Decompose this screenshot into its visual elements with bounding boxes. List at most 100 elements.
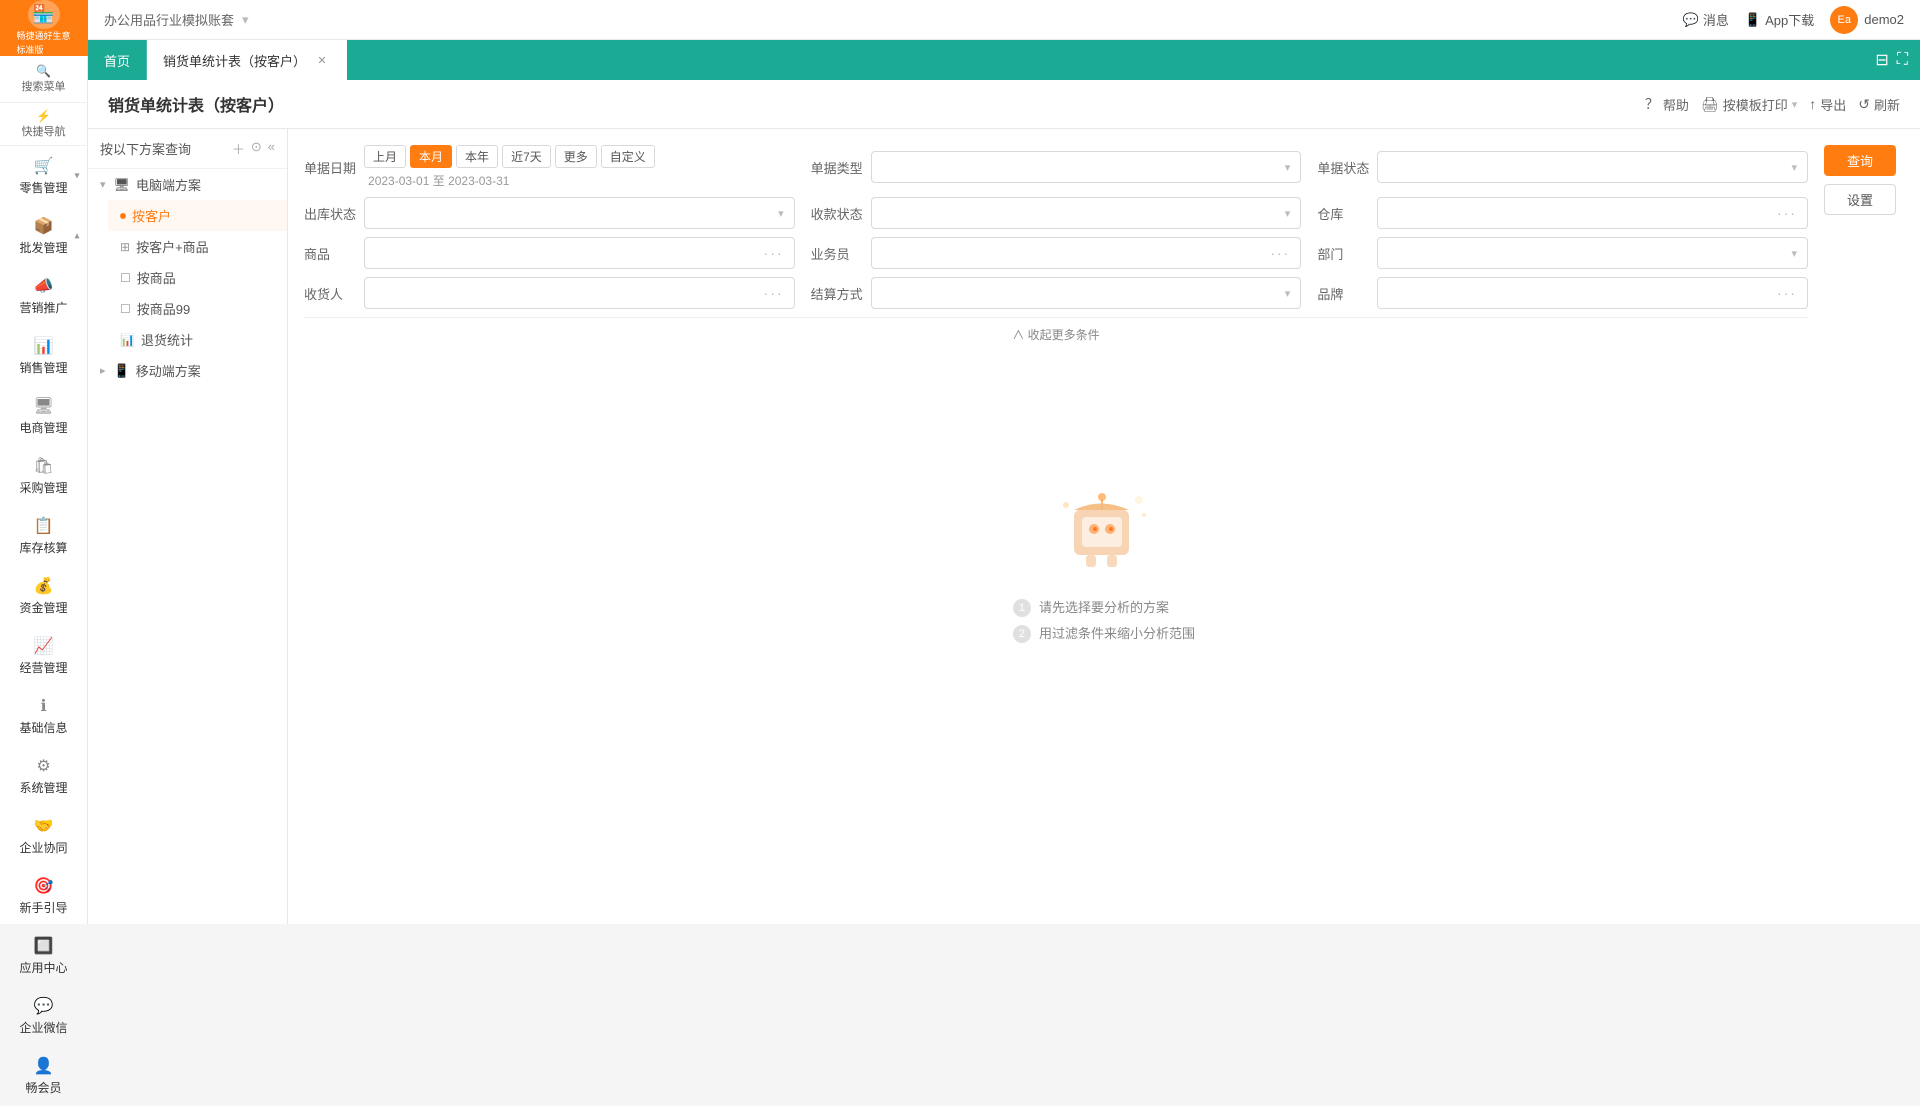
filter-fields: 单据日期 上月 本月 本年 近7天 更多 自定义	[304, 145, 1808, 351]
sidebar-item-search[interactable]: 🔍 搜索菜单	[0, 56, 88, 103]
order-status-arrow-icon: ▾	[1791, 161, 1797, 174]
avatar-text: Ea	[1838, 14, 1851, 26]
right-panel: 单据日期 上月 本月 本年 近7天 更多 自定义	[288, 129, 1920, 924]
date-btn-last7days[interactable]: 近7天	[502, 145, 551, 168]
sidebar-item-operation[interactable]: 📈 经营管理	[0, 626, 88, 686]
settings-button[interactable]: 设置	[1824, 184, 1896, 215]
date-btn-this-year[interactable]: 本年	[456, 145, 498, 168]
filter-row-3: 商品 ··· 业务员	[304, 237, 1808, 269]
app-download-button[interactable]: 📱 App下载	[1745, 10, 1814, 29]
sidebar-item-enterprise[interactable]: 🤝 企业协同	[0, 806, 88, 866]
date-btn-last-month[interactable]: 上月	[364, 145, 406, 168]
add-scheme-icon[interactable]: ＋	[232, 139, 245, 158]
sidebar-item-basic[interactable]: ℹ 基础信息	[0, 686, 88, 746]
filter-btn-col: 查询 设置	[1824, 145, 1904, 351]
sidebar-appstore-label: 应用中心	[19, 959, 67, 976]
sidebar-item-marketing[interactable]: 📣 营销推广	[0, 266, 88, 326]
mobile-arrow-icon: ▸	[100, 364, 106, 377]
goods-input[interactable]: ···	[364, 237, 795, 269]
print-button[interactable]: 🖨 按模板打印 ▾	[1701, 95, 1797, 114]
desktop-folder-icon: 🖥	[114, 177, 131, 193]
brand-input[interactable]: ···	[1377, 277, 1808, 309]
sidebar-finance-label: 资金管理	[19, 599, 67, 616]
date-range-text: 2023-03-01 至 2023-03-31	[368, 172, 795, 189]
tree-section-desktop[interactable]: ▾ 🖥 电脑端方案	[88, 169, 287, 200]
help-icon: ？	[1645, 94, 1659, 114]
salesperson-input[interactable]: ···	[871, 237, 1302, 269]
top-header: 办公用品行业模拟账套 ▾ 💬 消息 📱 App下载 Ea demo2	[88, 0, 1920, 40]
refresh-button[interactable]: ↺ 刷新	[1858, 95, 1900, 114]
sidebar-item-quicknav[interactable]: ⚡ 快捷导航	[0, 103, 88, 146]
sidebar-item-wechat[interactable]: 💬 企业微信	[0, 986, 88, 1046]
inventory-icon: 📋	[34, 516, 54, 536]
by-goods99-label: 按商品99	[137, 299, 190, 318]
tab-expand[interactable]: ⊟ ⛶	[1863, 50, 1920, 70]
filter-order-type: 单据类型 ▾	[811, 145, 1302, 189]
logo[interactable]: 🏪 畅捷通好生意 标准版	[0, 0, 88, 56]
finance-icon: 💰	[34, 576, 54, 596]
by-customer-active-indicator	[120, 213, 126, 219]
tab-close-icon[interactable]: ✕	[314, 52, 330, 68]
sidebar-item-newbie[interactable]: 🎯 新手引导	[0, 866, 88, 926]
recipient-label: 收货人	[304, 284, 356, 303]
tree-item-by-customer[interactable]: 按客户	[108, 200, 287, 231]
print-icon: 🖨	[1701, 96, 1719, 113]
sidebar-item-ecommerce[interactable]: 🖥 电商管理	[0, 386, 88, 446]
purchase-icon: 🛍	[33, 456, 53, 476]
export-button[interactable]: ↑ 导出	[1809, 95, 1846, 114]
delivery-select[interactable]: ▾	[364, 197, 795, 229]
sidebar-ecommerce-label: 电商管理	[19, 419, 67, 436]
delivery-label: 出库状态	[304, 204, 356, 223]
sidebar-item-retail[interactable]: 🛒 零售管理 ▾	[0, 146, 88, 206]
tree-item-by-customer-goods[interactable]: ⊞ 按客户+商品	[108, 231, 287, 262]
empty-illustration	[1044, 455, 1164, 575]
date-btn-more[interactable]: 更多	[555, 145, 597, 168]
date-btn-custom[interactable]: 自定义	[601, 145, 655, 168]
message-button[interactable]: 💬 消息	[1683, 10, 1729, 29]
tree-item-by-goods[interactable]: ☐ 按商品	[108, 262, 287, 293]
recipient-input[interactable]: ···	[364, 277, 795, 309]
order-type-label: 单据类型	[811, 158, 863, 177]
sidebar-operation-label: 经营管理	[19, 659, 67, 676]
sidebar-item-finance[interactable]: 💰 资金管理	[0, 566, 88, 626]
user-menu[interactable]: Ea demo2	[1830, 6, 1904, 34]
date-btn-this-month[interactable]: 本月	[410, 145, 452, 168]
filter-row-2: 出库状态 ▾ 收款状态	[304, 197, 1808, 229]
order-status-label: 单据状态	[1317, 158, 1369, 177]
search-icon: 🔍	[0, 64, 88, 78]
collapse-panel-icon[interactable]: «	[268, 139, 275, 158]
print-label: 按模板打印	[1723, 95, 1788, 114]
tree-item-by-goods99[interactable]: ☐ 按商品99	[108, 293, 287, 324]
payment-select[interactable]: ▾	[871, 197, 1302, 229]
sidebar-item-wholesale[interactable]: 📦 批发管理 ▴	[0, 206, 88, 266]
settlement-select[interactable]: ▾	[871, 277, 1302, 309]
sidebar-item-sales[interactable]: 📊 销售管理	[0, 326, 88, 386]
settings-scheme-icon[interactable]: ⊙	[251, 139, 262, 158]
marketing-icon: 📣	[34, 276, 54, 296]
tab-sales-stat[interactable]: 销货单统计表（按客户） ✕	[147, 40, 347, 80]
query-button[interactable]: 查询	[1824, 145, 1896, 176]
sidebar-marketing-label: 营销推广	[19, 299, 67, 316]
tree-section-mobile[interactable]: ▸ 📱 移动端方案	[88, 355, 287, 386]
tab-home[interactable]: 首页	[88, 40, 147, 80]
empty-tips: 1 请先选择要分析的方案 2 用过滤条件来缩小分析范围	[1013, 595, 1195, 647]
message-icon: 💬	[1683, 12, 1699, 28]
order-status-select[interactable]: ▾	[1377, 151, 1808, 183]
collapse-more-conditions[interactable]: ∧ 收起更多条件	[304, 317, 1808, 351]
order-type-arrow-icon: ▾	[1285, 161, 1291, 174]
help-button[interactable]: ？ 帮助	[1645, 94, 1689, 114]
tip-item-2: 2 用过滤条件来缩小分析范围	[1013, 621, 1195, 647]
tree-item-return-stat[interactable]: 📊 退货统计	[108, 324, 287, 355]
department-select[interactable]: ▾	[1377, 237, 1808, 269]
sidebar: 🏪 畅捷通好生意 标准版 🔍 搜索菜单 ⚡ 快捷导航 🛒 零售管理 ▾ 📦 批发…	[0, 0, 88, 924]
inner-page: 销货单统计表（按客户） ？ 帮助 🖨 按模板打印 ▾ ↑ 导出	[88, 80, 1920, 924]
order-type-select[interactable]: ▾	[871, 151, 1302, 183]
sidebar-item-member[interactable]: 👤 畅会员	[0, 1046, 88, 1106]
sidebar-item-system[interactable]: ⚙ 系统管理	[0, 746, 88, 806]
by-goods-icon: ☐	[120, 271, 131, 285]
sidebar-item-inventory[interactable]: 📋 库存核算	[0, 506, 88, 566]
warehouse-input[interactable]: ···	[1377, 197, 1808, 229]
sidebar-newbie-label: 新手引导	[19, 899, 67, 916]
sidebar-item-appstore[interactable]: 🔲 应用中心	[0, 926, 88, 986]
sidebar-item-purchase[interactable]: 🛍 采购管理	[0, 446, 88, 506]
